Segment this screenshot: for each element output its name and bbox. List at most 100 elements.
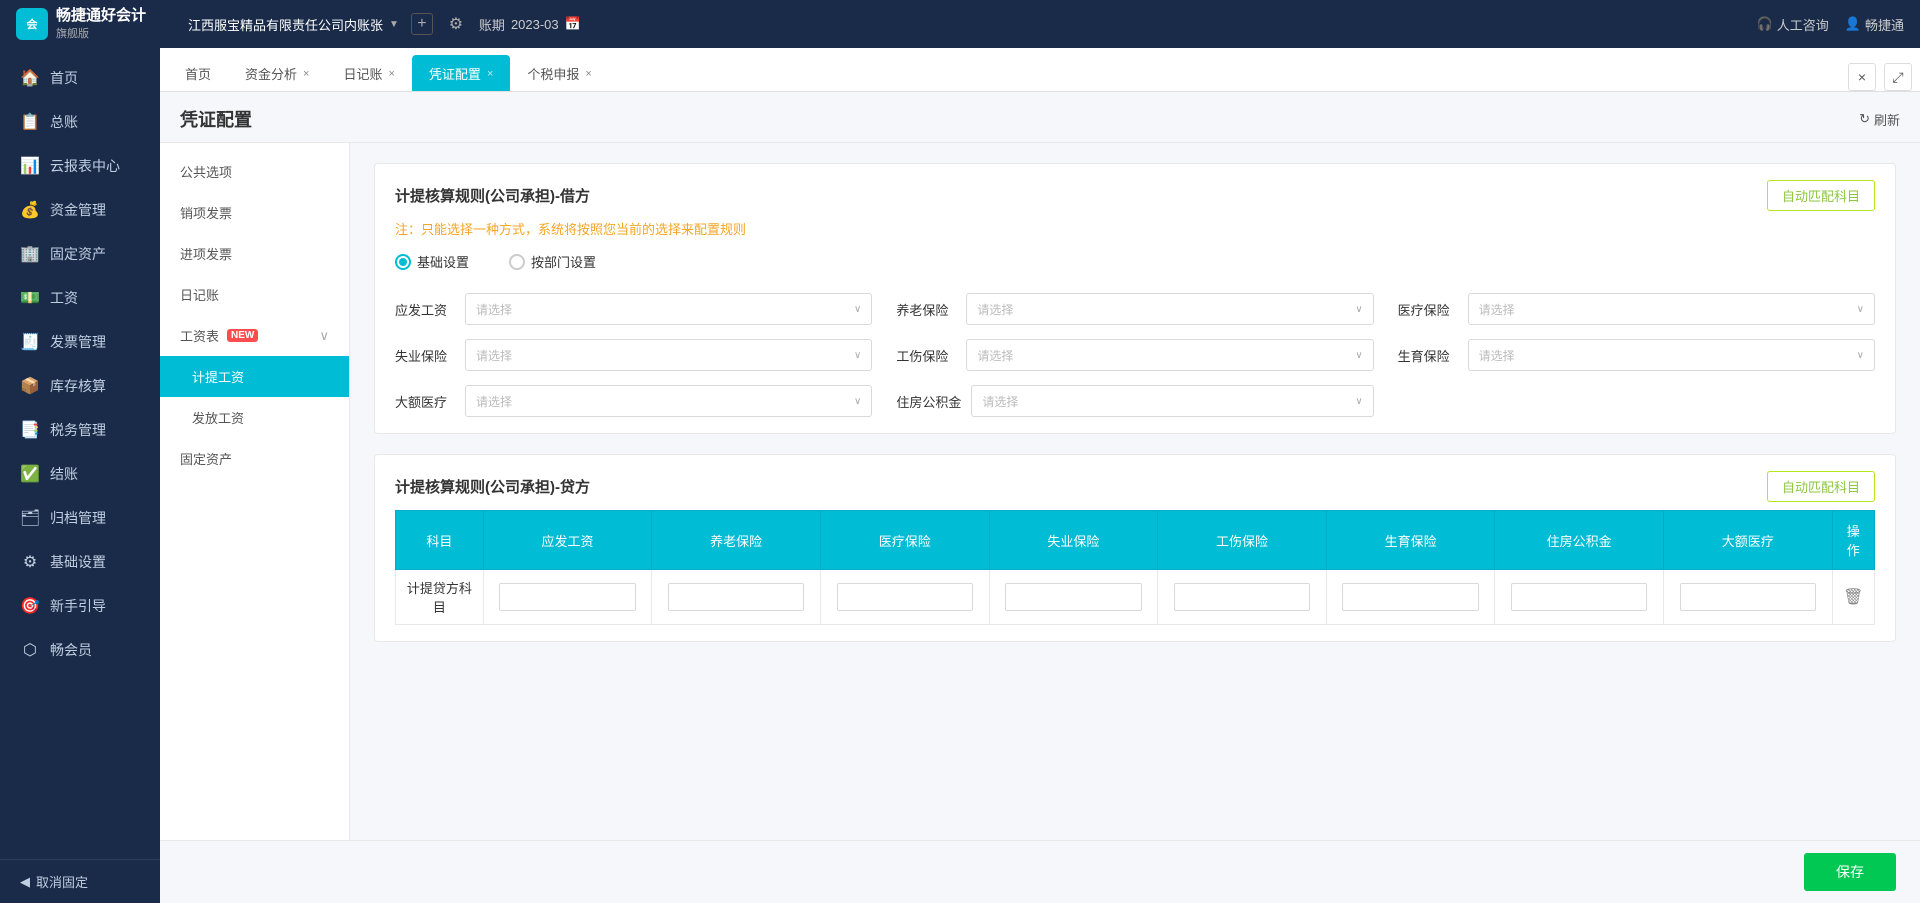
tab-bar: 首页 资金分析 × 日记账 × 凭证配置 × 个税申报 × × ⤢	[160, 48, 1920, 92]
delete-row-button[interactable]: 🗑	[1843, 589, 1863, 606]
radio-dept-circle	[509, 254, 525, 270]
table-row: 计提贷方科目	[396, 570, 1875, 625]
tab-tax-close[interactable]: ×	[585, 68, 591, 80]
th-shiye: 失业保险	[989, 511, 1158, 570]
tab-funds[interactable]: 资金分析 ×	[228, 55, 326, 91]
tab-voucher-close[interactable]: ×	[487, 68, 493, 80]
field-yanglao-select[interactable]: 请选择 ∨	[966, 293, 1373, 325]
field-yingfa-arrow-icon: ∨	[854, 304, 861, 315]
settings-button[interactable]: ⚙	[445, 13, 467, 35]
close-tab-button[interactable]: ×	[1848, 63, 1876, 91]
archive-icon: 🗂	[20, 508, 40, 528]
ledger-icon: 📋	[20, 112, 40, 132]
th-yingfa: 应发工资	[483, 511, 652, 570]
nav-sales[interactable]: 销项发票	[160, 192, 349, 233]
company-selector[interactable]: 江西服宝精品有限责任公司内账张 ▼	[188, 15, 399, 34]
tab-home[interactable]: 首页	[168, 55, 228, 91]
field-gjj-select[interactable]: 请选择 ∨	[971, 385, 1373, 417]
sidebar-label-inventory: 库存核算	[50, 376, 106, 396]
inventory-icon: 📦	[20, 376, 40, 396]
refresh-button[interactable]: ↻ 刷新	[1859, 110, 1900, 129]
sidebar-label-assets: 固定资产	[50, 244, 106, 264]
row-yanglao	[652, 570, 821, 625]
tab-journal[interactable]: 日记账 ×	[326, 55, 411, 91]
sidebar-item-guide[interactable]: 🎯 新手引导	[0, 584, 160, 628]
sidebar-item-archive[interactable]: 🗂 归档管理	[0, 496, 160, 540]
headset-icon: 🎧	[1757, 16, 1773, 32]
page-title: 凭证配置	[180, 106, 252, 132]
cancel-fixed-button[interactable]: ◀ 取消固定	[0, 859, 160, 903]
field-dae-select[interactable]: 请选择 ∨	[465, 385, 872, 417]
home-icon: 🏠	[20, 68, 40, 88]
assets-icon: 🏢	[20, 244, 40, 264]
tab-voucher[interactable]: 凭证配置 ×	[412, 55, 510, 91]
nav-public-label: 公共选项	[180, 162, 232, 181]
input-row-yingfa[interactable]	[499, 583, 635, 611]
field-gongshang-select[interactable]: 请选择 ∨	[966, 339, 1373, 371]
input-row-shiye[interactable]	[1005, 583, 1141, 611]
expand-button[interactable]: ⤢	[1884, 63, 1912, 91]
nav-salary-table[interactable]: 工资表 NEW ∨	[160, 315, 349, 356]
nav-salary-pay[interactable]: 发放工资	[160, 397, 349, 438]
sidebar-item-tax[interactable]: 📑 税务管理	[0, 408, 160, 452]
tab-tax-label: 个税申报	[527, 64, 579, 83]
tab-journal-label: 日记账	[343, 64, 382, 83]
invoice-icon: 🧾	[20, 332, 40, 352]
field-shengyu-select[interactable]: 请选择 ∨	[1468, 339, 1875, 371]
nav-fixed-assets[interactable]: 固定资产	[160, 438, 349, 479]
sidebar-item-settle[interactable]: ✅ 结账	[0, 452, 160, 496]
sidebar-label-vip: 畅会员	[50, 640, 92, 660]
user-account[interactable]: 👤 畅捷通	[1845, 15, 1904, 34]
sidebar-item-reports[interactable]: 📊 云报表中心	[0, 144, 160, 188]
input-row-shengyu[interactable]	[1342, 583, 1478, 611]
tab-journal-close[interactable]: ×	[388, 68, 394, 80]
sidebar-item-inventory[interactable]: 📦 库存核算	[0, 364, 160, 408]
tab-tax[interactable]: 个税申报 ×	[510, 55, 608, 91]
sidebar-item-vip[interactable]: ⬡ 畅会员	[0, 628, 160, 672]
user-icon: 👤	[1845, 16, 1861, 32]
field-yingfa-select[interactable]: 请选择 ∨	[465, 293, 872, 325]
field-shengyu: 生育保险 请选择 ∨	[1398, 339, 1875, 371]
settle-icon: ✅	[20, 464, 40, 484]
sidebar-item-salary[interactable]: 💵 工资	[0, 276, 160, 320]
th-action: 操作	[1832, 511, 1874, 570]
sidebar-item-invoice[interactable]: 🧾 发票管理	[0, 320, 160, 364]
debit-auto-match-button[interactable]: 自动匹配科目	[1767, 180, 1875, 211]
refresh-icon: ↻	[1859, 111, 1870, 127]
tax-icon: 📑	[20, 420, 40, 440]
sidebar-item-funds[interactable]: 💰 资金管理	[0, 188, 160, 232]
input-row-yiliao[interactable]	[837, 583, 973, 611]
nav-salary-calc[interactable]: 计提工资	[160, 356, 349, 397]
row-yiliao	[820, 570, 989, 625]
sidebar-item-ledger[interactable]: 📋 总账	[0, 100, 160, 144]
radio-dept[interactable]: 按部门设置	[509, 252, 596, 271]
input-row-gjj[interactable]	[1511, 583, 1647, 611]
tab-funds-close[interactable]: ×	[303, 68, 309, 80]
add-tab-button[interactable]: +	[411, 13, 433, 35]
field-yiliao-placeholder: 请选择	[1479, 301, 1515, 318]
input-row-yanglao[interactable]	[668, 583, 804, 611]
th-dae: 大额医疗	[1663, 511, 1832, 570]
field-yiliao-select[interactable]: 请选择 ∨	[1468, 293, 1875, 325]
save-button[interactable]: 保存	[1804, 853, 1896, 891]
field-dae: 大额医疗 请选择 ∨	[395, 385, 872, 417]
calendar-icon[interactable]: 📅	[565, 16, 581, 32]
input-row-gongshang[interactable]	[1174, 583, 1310, 611]
cancel-fixed-label: 取消固定	[36, 872, 88, 891]
sidebar-item-home[interactable]: 🏠 首页	[0, 56, 160, 100]
nav-diary[interactable]: 日记账	[160, 274, 349, 315]
nav-diary-label: 日记账	[180, 285, 219, 304]
input-row-dae[interactable]	[1680, 583, 1816, 611]
sidebar-item-assets[interactable]: 🏢 固定资产	[0, 232, 160, 276]
field-dae-placeholder: 请选择	[476, 393, 512, 410]
sidebar-item-settings[interactable]: ⚙ 基础设置	[0, 540, 160, 584]
field-shiye-select[interactable]: 请选择 ∨	[465, 339, 872, 371]
support-button[interactable]: 🎧 人工咨询	[1757, 15, 1829, 34]
vip-icon: ⬡	[20, 640, 40, 660]
credit-auto-match-button[interactable]: 自动匹配科目	[1767, 471, 1875, 502]
radio-basic[interactable]: 基础设置	[395, 252, 469, 271]
nav-purchase[interactable]: 进项发票	[160, 233, 349, 274]
field-shiye-arrow-icon: ∨	[854, 350, 861, 361]
debit-section: 计提核算规则(公司承担)-借方 自动匹配科目 注：只能选择一种方式，系统将按照您…	[374, 163, 1896, 434]
nav-public[interactable]: 公共选项	[160, 151, 349, 192]
